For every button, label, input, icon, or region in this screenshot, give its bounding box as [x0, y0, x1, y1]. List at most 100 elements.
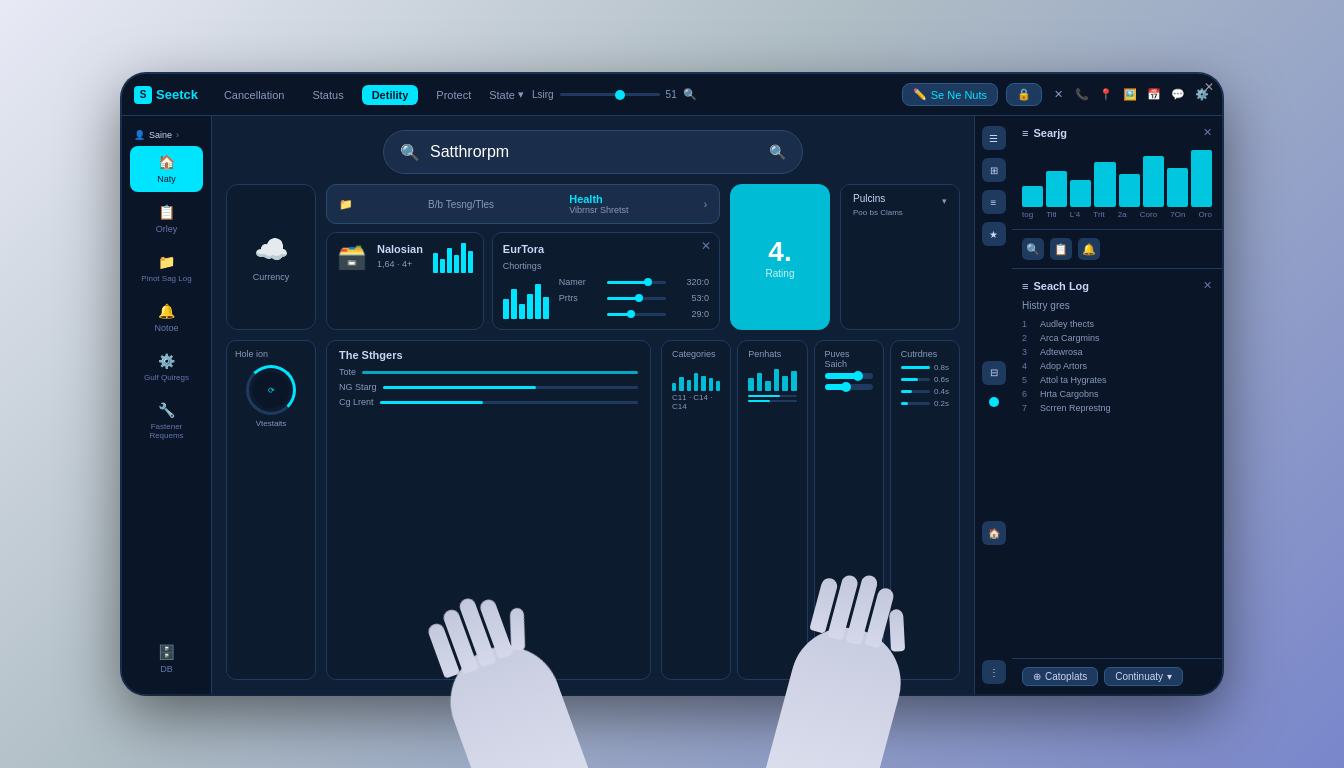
- pen-slider-fill-1: [748, 400, 770, 402]
- cust-track-2: [901, 390, 930, 393]
- bar-3: [454, 255, 459, 273]
- sidebar-label-db: DB: [160, 664, 173, 674]
- categories-title: Categories: [672, 349, 720, 359]
- search-action-icon-0[interactable]: 🔍: [1022, 238, 1044, 260]
- bottom-charts: Categories C11 · C14 · C14: [661, 340, 960, 680]
- filter-icon[interactable]: ☰: [982, 126, 1006, 150]
- categories-chart: [672, 363, 720, 391]
- chart-label-3: Trlt: [1093, 210, 1104, 219]
- cat-bar-1: [679, 377, 683, 391]
- home-icon: 🏠: [158, 154, 175, 170]
- cust-track-3: [901, 402, 930, 405]
- slider-track-0[interactable]: [607, 281, 666, 284]
- cat-labels: C11 · C14 · C14: [672, 393, 720, 411]
- sidebar-item-fastener[interactable]: 🔧 Fastener Requems: [130, 394, 203, 448]
- sidebar-item-notoe[interactable]: 🔔 Notoe: [130, 295, 203, 341]
- tab-detility[interactable]: Detility: [362, 85, 419, 105]
- sidebar-label-orley: Orley: [156, 224, 178, 234]
- slider-val-2: 29:0: [674, 309, 709, 319]
- threat-item-0: Tote: [339, 367, 638, 377]
- bar-5: [468, 251, 473, 273]
- calendar-icon[interactable]: 📅: [1146, 87, 1162, 103]
- tab-cancellation[interactable]: Cancellation: [214, 85, 295, 105]
- network-icon[interactable]: ⋮: [982, 660, 1006, 684]
- home-nav-icon[interactable]: 🏠: [982, 521, 1006, 545]
- slider-val-1: 53:0: [674, 293, 709, 303]
- dropdown-chevron: ▾: [1167, 671, 1172, 682]
- history-num-5: 6: [1022, 389, 1034, 399]
- search-submit-icon[interactable]: 🔍: [769, 144, 786, 160]
- exp-bar-1: [511, 289, 517, 319]
- cat-bar-4: [701, 376, 705, 391]
- explore-content: Namer 320:0 Prtrs: [503, 277, 709, 319]
- pen-slider-1[interactable]: [748, 400, 796, 402]
- slider-row-0: Namer 320:0: [559, 277, 709, 287]
- image-icon[interactable]: 🖼️: [1122, 87, 1138, 103]
- orders-icon: 📋: [158, 204, 175, 220]
- right-search-close[interactable]: ✕: [1203, 126, 1212, 139]
- slider-track-1[interactable]: [607, 297, 666, 300]
- policies-dropdown[interactable]: ▾: [942, 196, 947, 206]
- health-card: 📁 B/b Tesng/Tles Health Vibrnsr Shretst …: [326, 184, 720, 224]
- star-icon[interactable]: ★: [982, 222, 1006, 246]
- sliders-icon[interactable]: ⊟: [982, 361, 1006, 385]
- close-icon[interactable]: ✕: [1050, 87, 1066, 103]
- puves-title: Puves Saich: [825, 349, 873, 369]
- search-action-icon-2[interactable]: 🔔: [1078, 238, 1100, 260]
- db-explore-row: 🗃️ Nalosian 1,64 · 4+: [326, 232, 720, 330]
- grid-icon[interactable]: ⊞: [982, 158, 1006, 182]
- exp-bar-group: [503, 279, 549, 319]
- list-icon[interactable]: ≡: [982, 190, 1006, 214]
- catoplats-button[interactable]: ⊕ Catoplats: [1022, 667, 1098, 686]
- db-mini-bars: [433, 243, 473, 273]
- health-chevron[interactable]: ›: [704, 199, 707, 210]
- sidebar-item-naty[interactable]: 🏠 Naty: [130, 146, 203, 192]
- search-bar-wrapper: 🔍 Satthrorpm 🔍: [226, 130, 960, 174]
- tab-protect[interactable]: Protect: [426, 85, 481, 105]
- slider-fill-0: [607, 281, 648, 284]
- search-action-icon-1[interactable]: 📋: [1050, 238, 1072, 260]
- sidebar-item-orley[interactable]: 📋 Orley: [130, 196, 203, 242]
- slider-val-0: 320:0: [674, 277, 709, 287]
- slider-track-2[interactable]: [607, 313, 666, 316]
- cat-bar-5: [709, 378, 713, 391]
- threat-track-1: [383, 386, 638, 389]
- hole-ion-label: Hole ion: [235, 349, 307, 359]
- tab-state[interactable]: State ▾: [489, 88, 524, 101]
- sidebar-label-gulf: Gulf Quiregs: [144, 373, 189, 382]
- chat-icon[interactable]: 💬: [1170, 87, 1186, 103]
- slider-label-0: Namer: [559, 277, 599, 287]
- sidebar-label-naty: Naty: [157, 174, 176, 184]
- search-input[interactable]: Satthrorpm: [430, 143, 759, 161]
- phone-icon[interactable]: 📞: [1074, 87, 1090, 103]
- explore-close[interactable]: ✕: [701, 239, 711, 253]
- continuaty-dropdown[interactable]: Continuaty ▾: [1104, 667, 1183, 686]
- location-icon[interactable]: 📍: [1098, 87, 1114, 103]
- right-search-header: ≡ Searjg ✕: [1022, 126, 1212, 139]
- sidebar-item-gulf[interactable]: ⚙️ Gulf Quiregs: [130, 345, 203, 390]
- user-button[interactable]: 🔒: [1006, 83, 1042, 106]
- search-log-close[interactable]: ✕: [1203, 279, 1212, 292]
- toggle-indicator: [989, 397, 999, 407]
- action-button[interactable]: ✏️ Se Ne Nuts: [902, 83, 998, 106]
- pen-slider-0[interactable]: [748, 395, 796, 397]
- puves-slider-1[interactable]: [825, 384, 873, 390]
- app-logo: S Seetck: [134, 86, 198, 104]
- sidebar-item-db[interactable]: 🗄️ DB: [130, 636, 203, 682]
- history-item-0: 1 Audley thects: [1022, 317, 1212, 331]
- sidebar-item-pinot[interactable]: 📁 Pinot Sag Log: [130, 246, 203, 291]
- search-bar[interactable]: 🔍 Satthrorpm 🔍: [383, 130, 803, 174]
- tab-status[interactable]: Status: [302, 85, 353, 105]
- cust-line-2: [901, 390, 913, 393]
- slider-thumb-1: [635, 294, 643, 302]
- sidebar-label-pinot: Pinot Sag Log: [141, 274, 191, 283]
- puves-thumb-0: [853, 371, 863, 381]
- health-status: Health: [569, 193, 628, 205]
- history-text-3: Adop Artors: [1040, 361, 1087, 371]
- threat-track-2: [380, 401, 638, 404]
- nav-slider[interactable]: [560, 93, 660, 96]
- bell-icon: 🔔: [158, 303, 175, 319]
- puves-slider-0[interactable]: [825, 373, 873, 379]
- penhats-chart: [748, 363, 796, 391]
- folder-icon: 📁: [158, 254, 175, 270]
